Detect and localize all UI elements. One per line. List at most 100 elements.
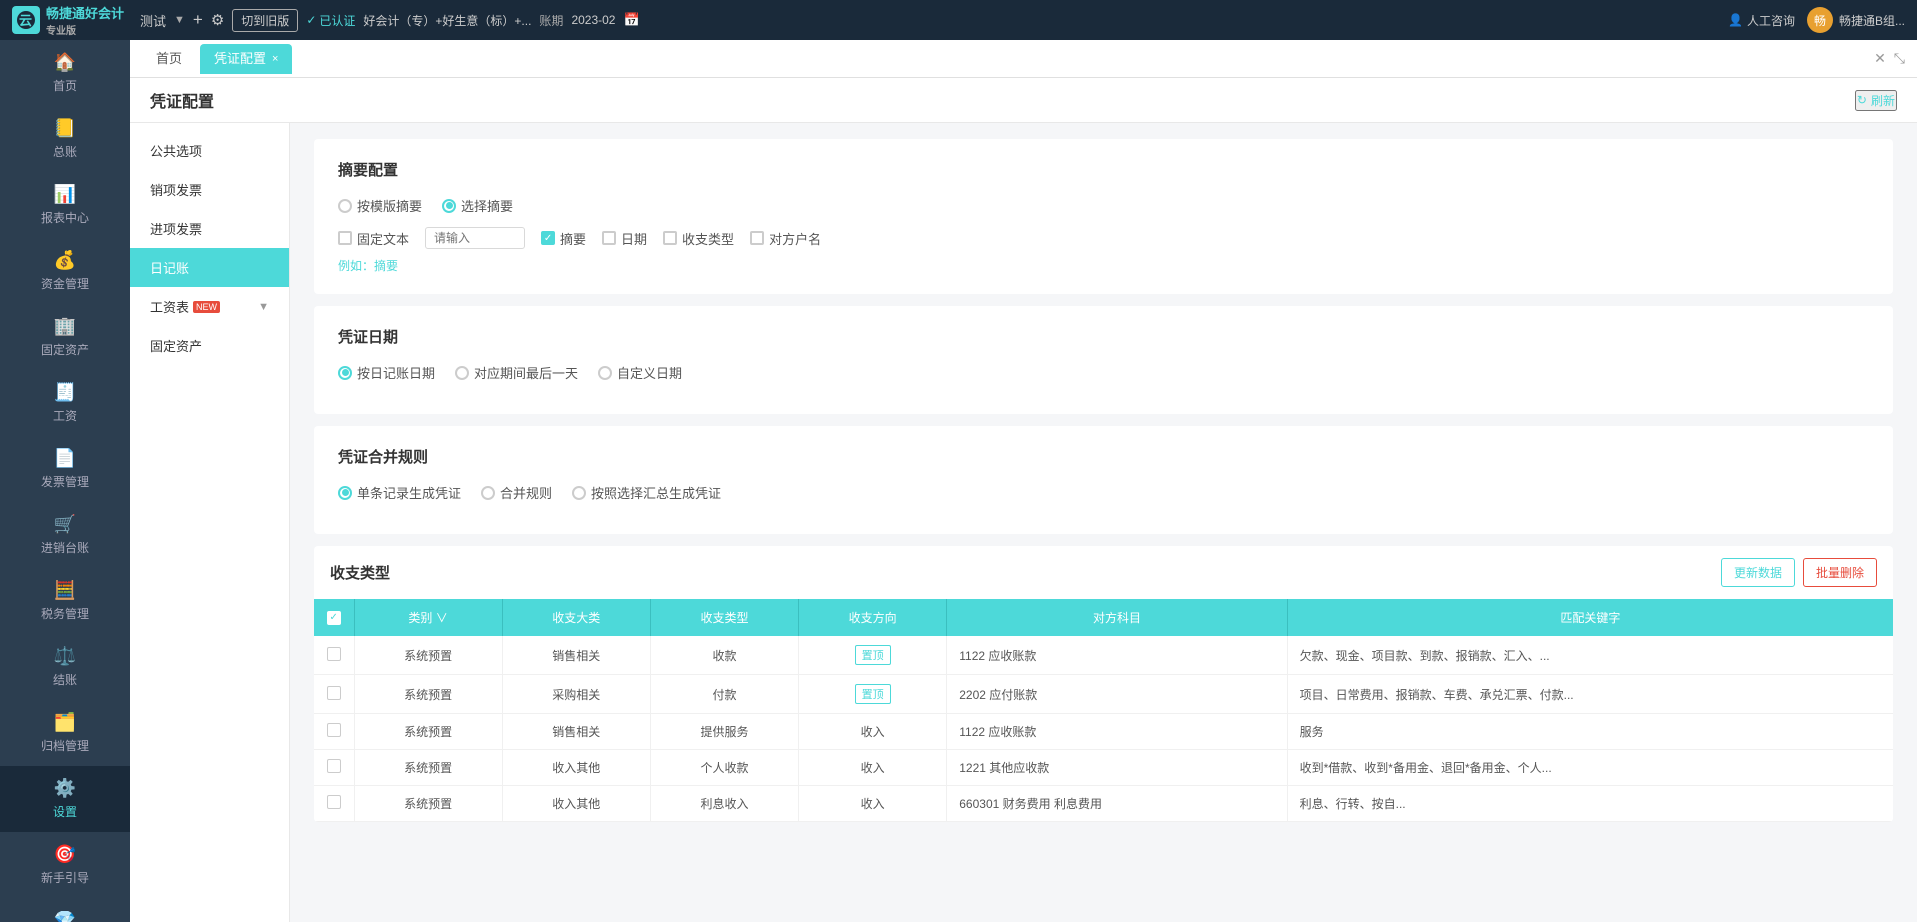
gear-icon[interactable]: ⚙ [211,11,224,29]
row-type-4: 个人收款 [650,750,798,786]
radio-circle-journal-date [338,366,352,380]
row-keywords-4: 收到*借款、收到*备用金、退回*备用金、个人... [1287,750,1893,786]
tab-home[interactable]: 首页 [142,44,196,74]
sidebar-item-report[interactable]: 📊 报表中心 [0,172,130,238]
merge-radio-group: 单条记录生成凭证 合并规则 按照选择汇总生成凭证 [338,483,1869,502]
service-button[interactable]: 👤 人工咨询 [1728,12,1795,29]
finance-icon: 💰 [54,250,76,271]
checkbox-counterpart[interactable]: 对方户名 [750,229,821,248]
top-tag[interactable]: 置顶 [855,684,891,704]
avatar: 畅 [1807,7,1833,33]
checkbox-type[interactable]: 收支类型 [663,229,734,248]
window-close-icon[interactable]: ✕ [1874,50,1886,67]
radio-template-summary[interactable]: 按模版摘要 [338,196,422,215]
period-value[interactable]: 2023-02 [571,13,615,27]
switch-version-button[interactable]: 切到旧版 [232,9,298,32]
radio-merge-rule[interactable]: 合并规则 [481,483,552,502]
radio-single[interactable]: 单条记录生成凭证 [338,483,461,502]
sidebar-item-invoice-mgr[interactable]: 📄 发票管理 [0,436,130,502]
radio-select-summary[interactable]: 选择摘要 [442,196,513,215]
income-table: ✓ 类别 ∨ 收支大类 收支类型 收支方向 对方科目 匹配关键字 [314,599,1893,822]
row-major-3: 销售相关 [502,714,650,750]
logo-icon: 云 [12,6,40,34]
checkbox-summary[interactable]: ✓ 摘要 [541,229,586,248]
select-all-checkbox[interactable]: ✓ [327,611,341,625]
update-data-button[interactable]: 更新数据 [1721,558,1795,587]
sidebar-item-salary[interactable]: 🧾 工资 [0,370,130,436]
table-action-btns: 更新数据 批量删除 [1721,558,1877,587]
left-nav-fixed-assets[interactable]: 固定资产 [130,326,289,365]
user-menu[interactable]: 畅 畅捷通B组... [1807,7,1905,33]
topbar-mid: 测试 ▼ + ⚙ 切到旧版 ✓ 已认证 好会计（专）+好生意（标）+... 账期… [140,9,1720,32]
sidebar-item-settle[interactable]: ⚖️ 结账 [0,634,130,700]
page-header: 凭证配置 ↻ 刷新 [130,78,1917,123]
row-direction-4: 收入 [799,750,947,786]
tab-close-icon[interactable]: × [272,44,278,74]
radio-circle-custom [598,366,612,380]
checkbox-fixed-text[interactable]: 固定文本 [338,229,409,248]
sidebar-item-finance[interactable]: 💰 资金管理 [0,238,130,304]
sidebar-item-archive[interactable]: 🗂️ 归档管理 [0,700,130,766]
radio-circle-merge-rule [481,486,495,500]
row-type-1: 收款 [650,636,798,675]
refresh-button[interactable]: ↻ 刷新 [1855,90,1897,111]
radio-journal-date[interactable]: 按日记账日期 [338,363,435,382]
row-checkbox-4[interactable] [327,759,341,773]
window-controls: ✕ ⤡ [1874,50,1905,67]
row-direction-2: 置顶 [799,675,947,714]
row-checkbox-1[interactable] [327,647,341,661]
radio-period-last[interactable]: 对应期间最后一天 [455,363,578,382]
sidebar-item-purchase[interactable]: 🛒 进销台账 [0,502,130,568]
sidebar-item-assets[interactable]: 🏢 固定资产 [0,304,130,370]
sidebar-item-settings[interactable]: ⚙️ 设置 [0,766,130,832]
sidebar: 🏠 首页 📒 总账 📊 报表中心 💰 资金管理 🏢 固定资产 🧾 工资 📄 发票… [0,40,130,922]
window-maximize-icon[interactable]: ⤡ [1894,50,1905,67]
row-checkbox-5[interactable] [327,795,341,809]
row-checkbox-2[interactable] [327,686,341,700]
income-title: 收支类型 [330,562,390,583]
archive-icon: 🗂️ [54,712,76,733]
left-nav-public[interactable]: 公共选项 [130,131,289,170]
sidebar-label-guide: 新手引导 [41,869,89,886]
left-nav-purchase-invoice[interactable]: 进项发票 [130,209,289,248]
top-tag[interactable]: 置顶 [855,645,891,665]
radio-select-summary[interactable]: 按照选择汇总生成凭证 [572,483,721,502]
table-row: 系统预置 销售相关 提供服务 收入 1122 应收账款 服务 [314,714,1893,750]
user-name: 畅捷通B组... [1839,12,1905,29]
table-row: 系统预置 收入其他 利息收入 收入 660301 财务费用 利息费用 利息、行转… [314,786,1893,822]
sidebar-label-settings: 设置 [53,803,77,820]
member-icon: 💎 [54,910,76,922]
dropdown-arrow-icon[interactable]: ▼ [174,14,185,26]
add-icon[interactable]: + [193,10,203,30]
row-account-2: 2202 应付账款 [947,675,1287,714]
row-major-4: 收入其他 [502,750,650,786]
assets-icon: 🏢 [54,316,76,337]
left-nav-sales-invoice[interactable]: 销项发票 [130,170,289,209]
calendar-icon[interactable]: 📅 [623,12,639,28]
fixed-text-input[interactable] [425,227,525,249]
sidebar-item-member[interactable]: 💎 畅会员 [0,898,130,922]
row-major-2: 采购相关 [502,675,650,714]
row-account-4: 1221 其他应收款 [947,750,1287,786]
summary-checkbox-row: 固定文本 ✓ 摘要 日期 收支类型 [338,227,1869,249]
sidebar-item-home[interactable]: 🏠 首页 [0,40,130,106]
sidebar-item-tax[interactable]: 🧮 税务管理 [0,568,130,634]
logo-text: 畅捷通好会计 [46,3,124,22]
sidebar-item-ledger[interactable]: 📒 总账 [0,106,130,172]
th-checkbox[interactable]: ✓ [314,599,354,636]
th-direction: 收支方向 [799,599,947,636]
batch-delete-button[interactable]: 批量删除 [1803,558,1877,587]
tab-voucher-config[interactable]: 凭证配置 × [200,44,292,74]
radio-circle-single [338,486,352,500]
company-name[interactable]: 测试 [140,11,166,30]
left-nav-journal[interactable]: 日记账 [130,248,289,287]
checkbox-date[interactable]: 日期 [602,229,647,248]
logo-sub: 专业版 [46,22,124,37]
row-checkbox-3[interactable] [327,723,341,737]
row-category-3: 系统预置 [354,714,502,750]
row-major-1: 销售相关 [502,636,650,675]
sidebar-item-guide[interactable]: 🎯 新手引导 [0,832,130,898]
radio-custom-date[interactable]: 自定义日期 [598,363,682,382]
row-category-4: 系统预置 [354,750,502,786]
left-nav-payroll[interactable]: 工资表 NEW ▼ [130,287,289,326]
